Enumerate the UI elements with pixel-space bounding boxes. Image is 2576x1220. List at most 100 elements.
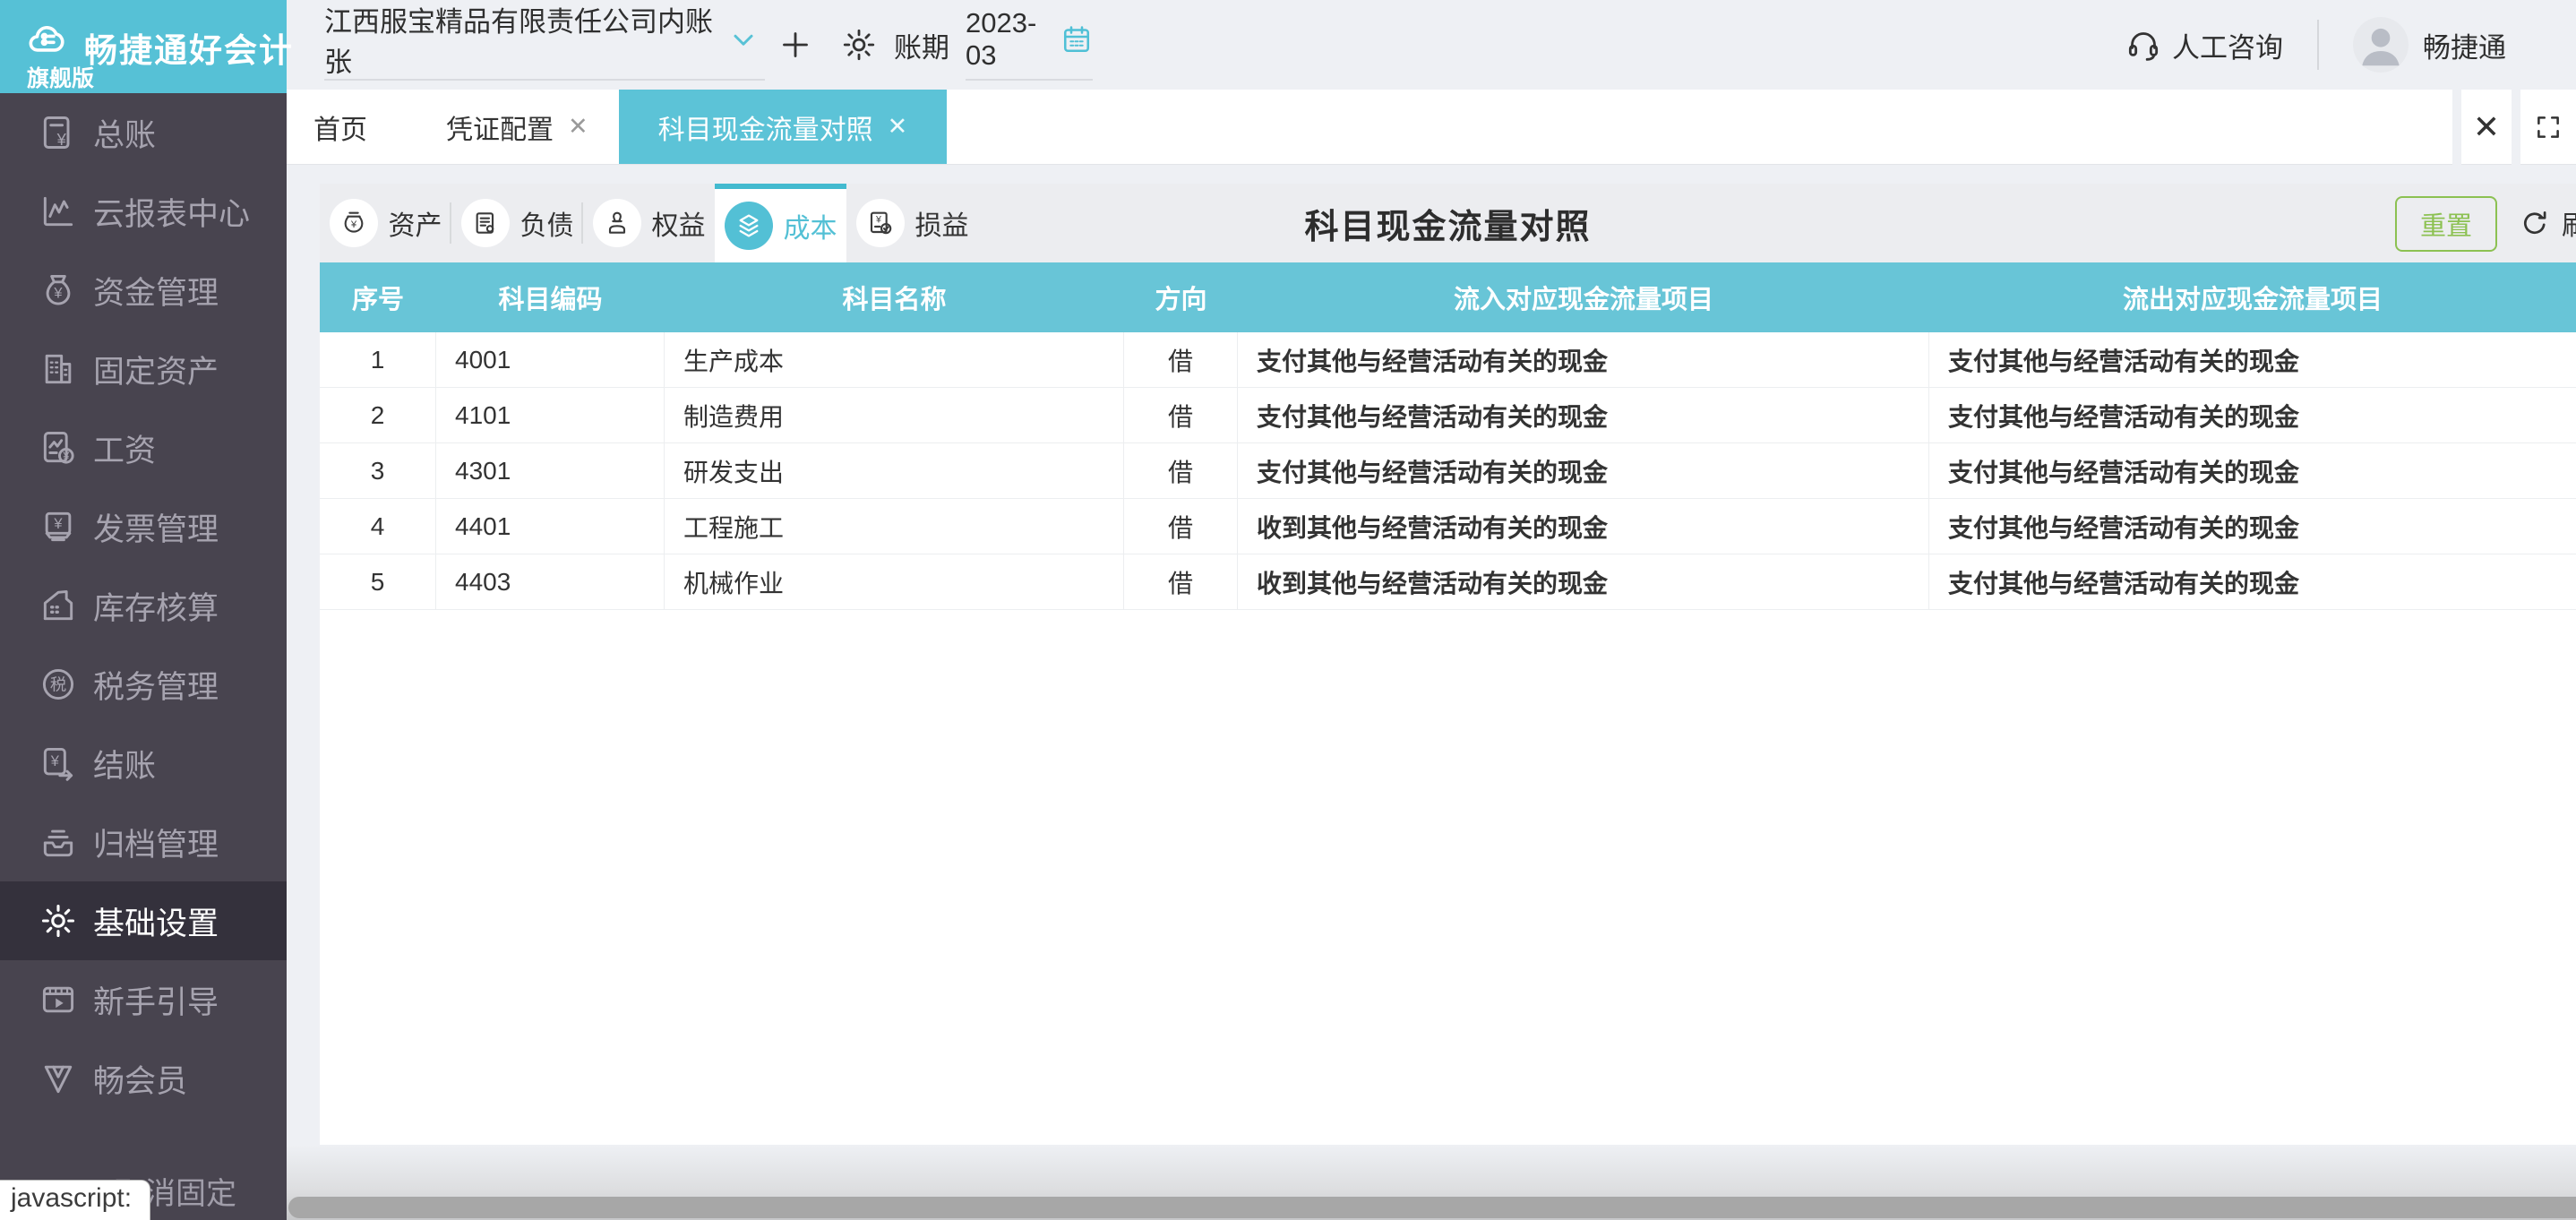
avatar[interactable] bbox=[2353, 17, 2409, 73]
sidebar-item-label: 总账 bbox=[93, 117, 157, 153]
plus-icon bbox=[777, 27, 813, 63]
svg-text:¥: ¥ bbox=[875, 214, 881, 225]
tab-cost[interactable]: 成本 bbox=[715, 184, 846, 262]
svg-text:¥: ¥ bbox=[56, 130, 67, 149]
closing-doc-icon: ¥ bbox=[38, 743, 79, 784]
table-row[interactable]: 3 4301 研发支出 借 支付其他与经营活动有关的现金 支付其他与经营活动有关… bbox=[320, 443, 2576, 499]
inflow-item-cell[interactable]: 收到其他与经营活动有关的现金 bbox=[1238, 499, 1929, 554]
svg-text:¥: ¥ bbox=[53, 516, 63, 532]
calendar-icon bbox=[1060, 23, 1093, 56]
fullscreen-button[interactable] bbox=[2520, 90, 2576, 165]
outflow-item-cell[interactable]: 支付其他与经营活动有关的现金 bbox=[1929, 443, 2576, 498]
add-account-set-button[interactable] bbox=[777, 0, 813, 90]
col-header-account-code: 科目编码 bbox=[498, 286, 603, 314]
invoice-icon: ¥ bbox=[38, 506, 79, 547]
refresh-button[interactable]: 刷新 bbox=[2519, 184, 2576, 262]
profit-doc-icon: ¥ bbox=[855, 199, 905, 247]
company-selector[interactable]: 江西服宝精品有限责任公司内账张 bbox=[324, 0, 765, 81]
close-tab-icon[interactable]: ✕ bbox=[888, 113, 908, 141]
sidebar-item-archive[interactable]: 归档管理 bbox=[0, 803, 287, 881]
col-header-seq: 序号 bbox=[351, 286, 404, 314]
username[interactable]: 畅捷通 bbox=[2423, 25, 2506, 65]
sidebar-item-invoices[interactable]: ¥ 发票管理 bbox=[0, 487, 287, 566]
close-all-tabs-button[interactable]: ✕ bbox=[2461, 90, 2512, 165]
close-tab-icon[interactable]: ✕ bbox=[568, 113, 588, 141]
sidebar-item-closing[interactable]: ¥ 结账 bbox=[0, 724, 287, 803]
money-bag-icon: ¥ bbox=[38, 270, 79, 311]
cloud-logo-icon bbox=[23, 18, 73, 63]
sidebar-item-tax[interactable]: 税 税务管理 bbox=[0, 645, 287, 724]
tab-assets[interactable]: ¥ 资产 bbox=[320, 184, 451, 262]
sidebar-item-guide[interactable]: 新手引导 bbox=[0, 960, 287, 1039]
sidebar-item-general-ledger[interactable]: ¥ 总账 bbox=[0, 93, 287, 172]
col-header-account-name: 科目名称 bbox=[842, 286, 947, 314]
tab-liabilities[interactable]: 负债 bbox=[451, 184, 583, 262]
table-row[interactable]: 1 4001 生产成本 借 支付其他与经营活动有关的现金 支付其他与经营活动有关… bbox=[320, 332, 2576, 388]
browser-status-tooltip: javascript: bbox=[0, 1180, 151, 1220]
outflow-item-cell[interactable]: 支付其他与经营活动有关的现金 bbox=[1929, 332, 2576, 387]
outflow-item-cell[interactable]: 支付其他与经营活动有关的现金 bbox=[1929, 388, 2576, 442]
outflow-item-cell[interactable]: 支付其他与经营活动有关的现金 bbox=[1929, 499, 2576, 554]
period-picker[interactable]: 2023-03 bbox=[966, 0, 1093, 81]
account-settings-button[interactable] bbox=[840, 0, 878, 90]
horizontal-scrollbar[interactable] bbox=[288, 1197, 2576, 1218]
col-header-direction: 方向 bbox=[1155, 286, 1207, 314]
svg-text:¥: ¥ bbox=[62, 449, 70, 462]
building-icon bbox=[38, 348, 79, 390]
support-button[interactable]: 人工咨询 bbox=[2125, 25, 2283, 65]
sidebar-item-label: 发票管理 bbox=[93, 511, 219, 547]
liability-doc-icon bbox=[460, 199, 510, 247]
sidebar-item-label: 税务管理 bbox=[93, 669, 219, 705]
sidebar-item-inventory[interactable]: 库存核算 bbox=[0, 566, 287, 645]
window-tab-cashflow-mapping[interactable]: 科目现金流量对照 ✕ bbox=[618, 90, 948, 164]
page-title: 科目现金流量对照 bbox=[1304, 208, 1592, 246]
member-v-icon bbox=[38, 1058, 79, 1099]
table-row[interactable]: 2 4101 制造费用 借 支付其他与经营活动有关的现金 支付其他与经营活动有关… bbox=[320, 388, 2576, 443]
table-row[interactable]: 4 4401 工程施工 借 收到其他与经营活动有关的现金 支付其他与经营活动有关… bbox=[320, 499, 2576, 554]
window-tab-voucher-config[interactable]: 凭证配置 ✕ bbox=[405, 90, 619, 164]
tab-equity[interactable]: 权益 bbox=[583, 184, 715, 262]
layers-icon bbox=[724, 202, 773, 250]
inflow-item-cell[interactable]: 支付其他与经营活动有关的现金 bbox=[1238, 332, 1929, 387]
refresh-icon bbox=[2519, 207, 2551, 239]
tab-profit-loss[interactable]: ¥ 损益 bbox=[846, 184, 978, 262]
sidebar-item-salary[interactable]: ¥ 工资 bbox=[0, 408, 287, 487]
window-tab-home[interactable]: 首页 bbox=[287, 90, 405, 164]
sidebar-item-cloud-reports[interactable]: 云报表中心 bbox=[0, 172, 287, 251]
outflow-item-cell[interactable]: 支付其他与经营活动有关的现金 bbox=[1929, 554, 2576, 609]
salary-doc-icon: ¥ bbox=[38, 427, 79, 468]
inflow-item-cell[interactable]: 收到其他与经营活动有关的现金 bbox=[1238, 554, 1929, 609]
reset-button[interactable]: 重置 bbox=[2394, 196, 2497, 252]
sidebar-item-member[interactable]: 畅会员 bbox=[0, 1039, 287, 1118]
sidebar-item-funds[interactable]: ¥ 资金管理 bbox=[0, 251, 287, 330]
tabstrip-gap bbox=[2452, 90, 2461, 165]
ledger-icon: ¥ bbox=[38, 112, 79, 153]
sidebar: 畅捷通好会计 旗舰版 ¥ 总账 云报表中心 ¥ 资金管理 固定资产 ¥ 工资 ¥… bbox=[0, 0, 292, 1220]
table-row[interactable]: 5 4403 机械作业 借 收到其他与经营活动有关的现金 支付其他与经营活动有关… bbox=[320, 554, 2576, 610]
stamp-icon bbox=[592, 199, 641, 247]
expand-icon bbox=[2533, 112, 2563, 142]
sidebar-item-label: 资金管理 bbox=[93, 275, 219, 311]
gear-icon bbox=[38, 900, 79, 941]
table-header: 序号 科目编码 科目名称 方向 流入对应现金流量项目 流出对应现金流量项目 bbox=[320, 262, 2576, 332]
brand-subtitle: 旗舰版 bbox=[27, 66, 95, 91]
sidebar-item-settings[interactable]: 基础设置 bbox=[0, 881, 287, 960]
inflow-item-cell[interactable]: 支付其他与经营活动有关的现金 bbox=[1238, 388, 1929, 442]
inflow-item-cell[interactable]: 支付其他与经营活动有关的现金 bbox=[1238, 443, 1929, 498]
company-name: 江西服宝精品有限责任公司内账张 bbox=[324, 6, 713, 78]
chevron-down-icon bbox=[727, 23, 760, 56]
close-icon: ✕ bbox=[2472, 107, 2501, 145]
asset-pot-icon: ¥ bbox=[329, 199, 378, 247]
sidebar-item-label: 工资 bbox=[93, 433, 157, 468]
period-label: 账期 bbox=[894, 31, 949, 64]
sidebar-item-fixed-assets[interactable]: 固定资产 bbox=[0, 330, 287, 408]
window-tabstrip: 首页 凭证配置 ✕ 科目现金流量对照 ✕ ✕ bbox=[287, 90, 2576, 165]
refresh-label: 刷新 bbox=[2562, 211, 2576, 241]
sidebar-item-label: 畅会员 bbox=[93, 1063, 188, 1099]
period-value: 2023-03 bbox=[966, 7, 1037, 71]
support-label: 人工咨询 bbox=[2172, 31, 2283, 64]
col-header-outflow-item: 流出对应现金流量项目 bbox=[2122, 286, 2383, 314]
tax-icon: 税 bbox=[38, 664, 79, 705]
sidebar-item-label: 归档管理 bbox=[93, 827, 219, 863]
sidebar-item-label: 基础设置 bbox=[93, 906, 219, 941]
